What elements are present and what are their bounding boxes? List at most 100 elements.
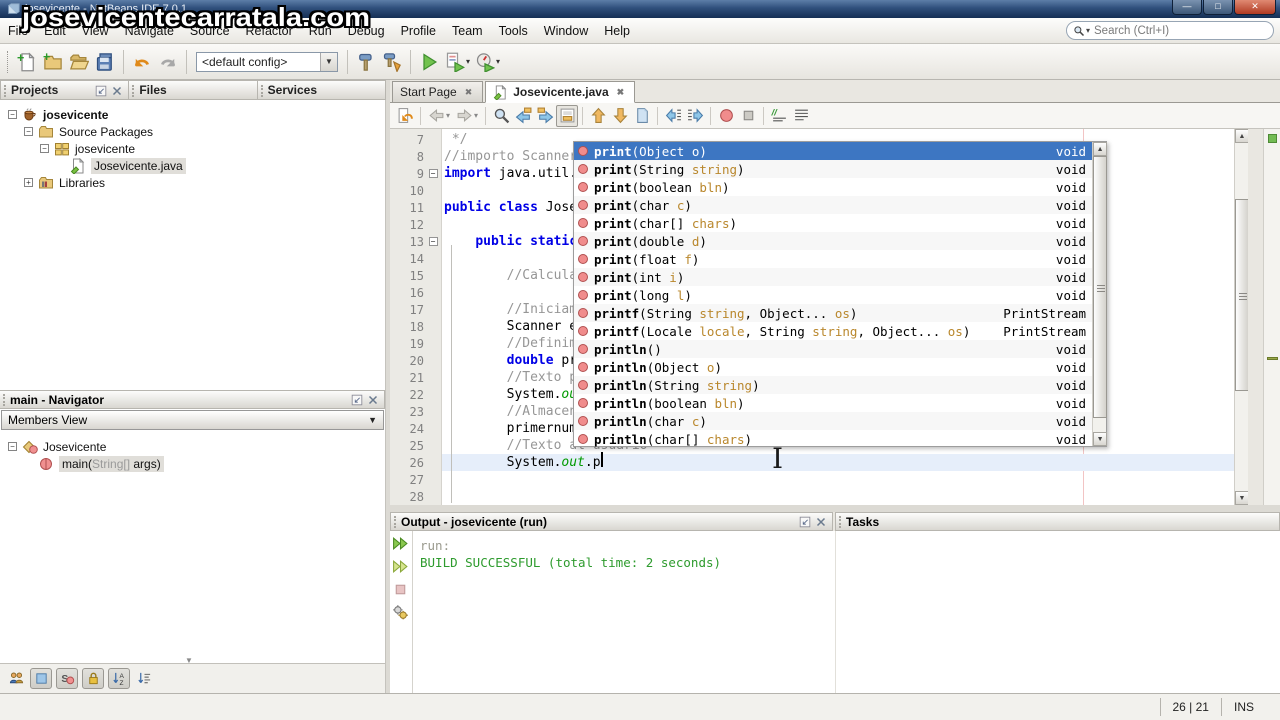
next-bookmark-button[interactable]	[609, 105, 631, 127]
new-project-button[interactable]: +	[40, 49, 66, 75]
shift-right-button[interactable]	[684, 105, 706, 127]
completion-item[interactable]: print (long l) void	[574, 286, 1092, 304]
quick-search[interactable]: ▾	[1066, 21, 1274, 40]
splitter-collapse-icon[interactable]: ▼	[185, 656, 193, 665]
scroll-up-icon[interactable]: ▲	[1235, 129, 1248, 143]
find-prev-button[interactable]	[512, 105, 534, 127]
show-fields-button[interactable]	[30, 668, 52, 689]
minimize-window-icon[interactable]	[94, 84, 108, 98]
horizontal-splitter[interactable]	[390, 505, 1280, 512]
close-window-icon[interactable]	[110, 84, 124, 98]
completion-item[interactable]: print (char c) void	[574, 196, 1093, 214]
close-tab-icon[interactable]: ✖	[614, 86, 628, 99]
navigator-tree[interactable]: − Josevicente main(String[] args)	[0, 430, 385, 472]
sort-alphabetical-button[interactable]: AZ	[108, 668, 130, 689]
popup-scrollbar[interactable]: ▲ ▼	[1092, 142, 1108, 446]
inherited-members-button[interactable]	[6, 669, 26, 689]
uncomment-button[interactable]	[790, 105, 812, 127]
completion-item[interactable]: printf (String string, Object... os) Print…	[574, 304, 1093, 322]
completion-item[interactable]: print (int i) void	[574, 268, 1093, 286]
code-line[interactable]: 26 System.out.p	[390, 454, 1248, 471]
members-view-select[interactable]: Members View ▼	[1, 410, 384, 430]
code-line[interactable]: 28	[390, 488, 1248, 505]
save-all-button[interactable]	[92, 49, 118, 75]
last-edit-button[interactable]	[394, 105, 416, 127]
minimize-window-icon[interactable]	[798, 515, 812, 529]
panel-header-services[interactable]: Services	[257, 80, 386, 100]
open-project-button[interactable]	[66, 49, 92, 75]
collapse-icon[interactable]: −	[8, 110, 17, 119]
chevron-down-icon[interactable]: ▾	[446, 111, 450, 120]
tab-josevicente-java[interactable]: Josevicente.java ✖	[485, 81, 636, 103]
menu-window[interactable]: Window	[536, 20, 596, 42]
forward-button[interactable]	[453, 105, 475, 127]
menu-profile[interactable]: Profile	[393, 20, 444, 42]
chevron-down-icon[interactable]: ▾	[466, 57, 470, 66]
project-tree-item[interactable]: − josevicente	[0, 106, 385, 123]
panel-header-files[interactable]: Files	[129, 80, 258, 100]
rerun-button[interactable]	[392, 535, 410, 553]
code-line[interactable]: 27	[390, 471, 1248, 488]
completion-item[interactable]: print (boolean bln) void	[574, 178, 1092, 196]
navigator-item[interactable]: − Josevicente	[0, 438, 385, 455]
completion-item[interactable]: println (char c) void	[574, 412, 1093, 430]
new-file-button[interactable]: +	[14, 49, 40, 75]
find-next-button[interactable]	[534, 105, 556, 127]
completion-item[interactable]: printf (Locale locale, String string, Obj…	[574, 322, 1092, 340]
error-stripe[interactable]	[1263, 129, 1280, 505]
run-button[interactable]	[416, 49, 442, 75]
completion-item[interactable]: print (Object o) void	[574, 142, 1093, 160]
sort-by-source-button[interactable]	[134, 669, 154, 689]
completion-item[interactable]: print (char[] chars) void	[574, 214, 1092, 232]
rerun-build-button[interactable]	[392, 558, 410, 576]
shift-left-button[interactable]	[662, 105, 684, 127]
project-tree-item[interactable]: − Source Packages	[0, 123, 385, 140]
chevron-down-icon[interactable]: ▼	[320, 52, 337, 71]
project-tree-item[interactable]: + Libraries	[0, 174, 385, 191]
completion-item[interactable]: print (float f) void	[574, 250, 1092, 268]
stop-button[interactable]	[392, 581, 410, 599]
collapse-icon[interactable]: −	[24, 127, 33, 136]
navigator-item[interactable]: main(String[] args)	[0, 455, 385, 472]
close-window-icon[interactable]	[814, 515, 828, 529]
completion-item[interactable]: print (double d) void	[574, 232, 1093, 250]
fold-collapse-icon[interactable]: −	[428, 169, 438, 178]
find-selection-button[interactable]	[490, 105, 512, 127]
scrollbar-thumb[interactable]	[1093, 156, 1108, 418]
tasks-panel-header[interactable]: Tasks	[835, 512, 1280, 531]
prev-bookmark-button[interactable]	[587, 105, 609, 127]
collapse-icon[interactable]: −	[40, 144, 49, 153]
back-button[interactable]	[425, 105, 447, 127]
scroll-down-icon[interactable]: ▼	[1235, 491, 1248, 505]
chevron-down-icon[interactable]: ▾	[496, 57, 500, 66]
options-button[interactable]	[392, 604, 410, 622]
editor-scrollbar[interactable]: ▲ ▼	[1234, 129, 1248, 505]
clean-build-button[interactable]	[379, 49, 405, 75]
completion-item[interactable]: println (boolean bln) void	[574, 394, 1092, 412]
completion-item[interactable]: println (String string) void	[574, 376, 1093, 394]
menu-team[interactable]: Team	[444, 20, 491, 42]
completion-item[interactable]: println() void	[574, 340, 1093, 358]
expand-icon[interactable]: +	[24, 178, 33, 187]
toggle-bookmark-button[interactable]	[631, 105, 653, 127]
close-window-icon[interactable]	[366, 393, 380, 407]
tab-start-page[interactable]: Start Page ✖	[392, 81, 484, 102]
record-macro-button[interactable]	[715, 105, 737, 127]
highlight-button[interactable]	[556, 104, 579, 127]
comment-button[interactable]: //	[768, 105, 790, 127]
window-minimize-button[interactable]: —	[1172, 0, 1202, 15]
minimize-window-icon[interactable]	[350, 393, 364, 407]
menu-help[interactable]: Help	[596, 20, 638, 42]
chevron-down-icon[interactable]: ▾	[474, 111, 478, 120]
window-maximize-button[interactable]: □	[1203, 0, 1233, 15]
completion-item[interactable]: println (char[] chars) void	[574, 430, 1092, 448]
completion-item[interactable]: print (String string) void	[574, 160, 1093, 178]
show-static-button[interactable]: S	[56, 668, 78, 689]
scrollbar-thumb[interactable]	[1235, 199, 1248, 391]
show-non-public-button[interactable]	[82, 668, 104, 689]
profile-button[interactable]	[472, 49, 498, 75]
panel-header-projects[interactable]: Projects	[0, 80, 130, 100]
output-console[interactable]: run: BUILD SUCCESSFUL (total time: 2 seco…	[390, 531, 1280, 693]
config-combobox[interactable]: <default config> ▼	[196, 51, 338, 72]
project-tree-item[interactable]: Josevicente.java	[0, 157, 385, 175]
